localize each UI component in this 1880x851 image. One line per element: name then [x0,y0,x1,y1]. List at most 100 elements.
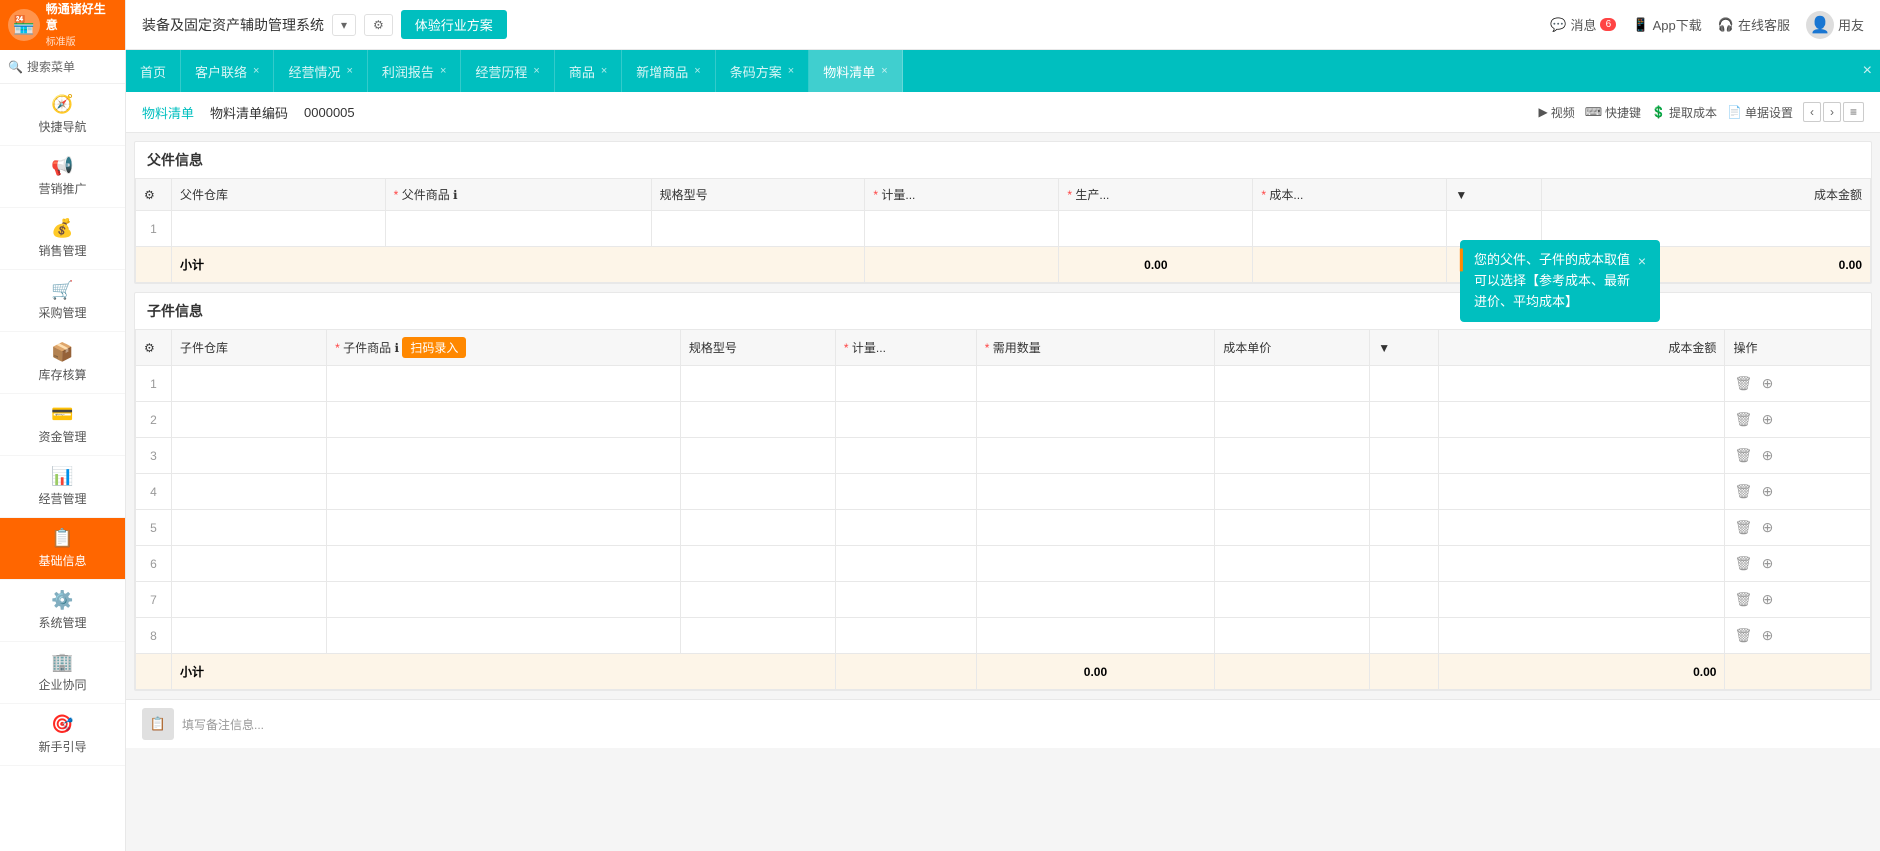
nav-next-btn[interactable]: › [1823,102,1841,122]
child-row-5-warehouse[interactable] [172,510,327,546]
tab-barcode-close[interactable]: × [788,65,794,77]
child-row-6-spec[interactable] [680,546,835,582]
child-row-8-spec[interactable] [680,618,835,654]
child-row-7-cost-unit[interactable] [1215,582,1370,618]
child-row-1-product[interactable] [327,366,681,402]
parent-col-settings[interactable]: ⚙ [136,179,172,211]
child-row-2-cost-unit[interactable] [1215,402,1370,438]
child-row-6-product[interactable] [327,546,681,582]
child-row-5-copy-icon[interactable]: ⊕ [1757,518,1777,538]
tab-new-goods[interactable]: 新增商品 × [622,50,715,92]
child-row-3-unit[interactable] [835,438,976,474]
child-row-6-delete-icon[interactable]: 🗑 [1733,554,1753,574]
bottom-bar-icon[interactable]: 📋 [142,708,174,740]
tooltip-close-btn[interactable]: × [1638,250,1646,272]
child-row-1-delete-icon[interactable]: 🗑 [1733,374,1753,394]
child-row-4-copy-icon[interactable]: ⊕ [1757,482,1777,502]
child-row-3-product[interactable] [327,438,681,474]
trial-btn[interactable]: 体验行业方案 [401,10,507,39]
child-row-4-qty[interactable] [976,474,1215,510]
child-row-1-unit[interactable] [835,366,976,402]
child-row-4-unit[interactable] [835,474,976,510]
nav-more-btn[interactable]: ≡ [1843,102,1864,122]
child-row-2-delete-icon[interactable]: 🗑 [1733,410,1753,430]
child-row-4-cost-unit[interactable] [1215,474,1370,510]
child-row-3-qty[interactable] [976,438,1215,474]
child-row-7-spec[interactable] [680,582,835,618]
child-row-4-spec[interactable] [680,474,835,510]
child-row-3-copy-icon[interactable]: ⊕ [1757,446,1777,466]
child-row-2-warehouse[interactable] [172,402,327,438]
child-row-3-delete-icon[interactable]: 🗑 [1733,446,1753,466]
tab-close-all[interactable]: × [1863,62,1872,80]
child-row-1-spec[interactable] [680,366,835,402]
parent-row-1-product[interactable] [385,211,651,247]
user-item[interactable]: 👤 用友 [1806,11,1864,39]
child-row-6-copy-icon[interactable]: ⊕ [1757,554,1777,574]
tab-profit[interactable]: 利润报告 × [368,50,461,92]
child-row-2-qty[interactable] [976,402,1215,438]
tab-customer[interactable]: 客户联络 × [181,50,274,92]
action-cost-extract[interactable]: 💲 提取成本 [1651,104,1717,121]
child-row-8-copy-icon[interactable]: ⊕ [1757,626,1777,646]
scan-btn[interactable]: 扫码录入 [402,337,466,358]
child-row-5-qty[interactable] [976,510,1215,546]
child-row-7-product[interactable] [327,582,681,618]
sidebar-item-marketing[interactable]: 📢 营销推广 [0,146,125,208]
child-row-6-cost-unit[interactable] [1215,546,1370,582]
child-row-2-product[interactable] [327,402,681,438]
child-row-7-unit[interactable] [835,582,976,618]
tab-home[interactable]: 首页 [126,50,181,92]
child-row-3-cost-unit[interactable] [1215,438,1370,474]
child-col-settings[interactable]: ⚙ [136,330,172,366]
app-download-item[interactable]: 📱 App下载 [1632,15,1701,34]
settings-btn[interactable]: ⚙ [364,14,393,36]
tab-material-list[interactable]: 物料清单 × [809,50,902,92]
child-row-5-spec[interactable] [680,510,835,546]
tab-ops-status[interactable]: 经营情况 × [274,50,367,92]
child-row-6-unit[interactable] [835,546,976,582]
sidebar-item-system[interactable]: ⚙️ 系统管理 [0,580,125,642]
child-row-2-spec[interactable] [680,402,835,438]
parent-row-1-cost[interactable] [1253,211,1447,247]
child-row-7-qty[interactable] [976,582,1215,618]
child-row-6-qty[interactable] [976,546,1215,582]
child-row-7-delete-icon[interactable]: 🗑 [1733,590,1753,610]
child-row-4-delete-icon[interactable]: 🗑 [1733,482,1753,502]
child-row-2-unit[interactable] [835,402,976,438]
sidebar-item-guide[interactable]: 🎯 新手引导 [0,704,125,766]
tab-goods-close[interactable]: × [601,65,607,77]
parent-row-1-production[interactable] [1059,211,1253,247]
child-row-7-warehouse[interactable] [172,582,327,618]
child-row-1-qty[interactable] [976,366,1215,402]
tab-ops-history-close[interactable]: × [533,65,539,77]
child-row-5-unit[interactable] [835,510,976,546]
child-row-8-unit[interactable] [835,618,976,654]
child-row-3-spec[interactable] [680,438,835,474]
child-row-8-delete-icon[interactable]: 🗑 [1733,626,1753,646]
sidebar-item-enterprise[interactable]: 🏢 企业协同 [0,642,125,704]
sidebar-item-quick-nav[interactable]: 🧭 快捷导航 [0,84,125,146]
child-row-5-cost-unit[interactable] [1215,510,1370,546]
sidebar-item-operations[interactable]: 📊 经营管理 [0,456,125,518]
child-row-5-product[interactable] [327,510,681,546]
tab-ops-status-close[interactable]: × [346,65,352,77]
child-row-3-warehouse[interactable] [172,438,327,474]
child-row-7-copy-icon[interactable]: ⊕ [1757,590,1777,610]
child-row-8-qty[interactable] [976,618,1215,654]
tab-profit-close[interactable]: × [440,65,446,77]
tab-ops-history[interactable]: 经营历程 × [461,50,554,92]
parent-row-1-unit[interactable] [865,211,1059,247]
nav-prev-btn[interactable]: ‹ [1803,102,1821,122]
sidebar-item-basic-info[interactable]: 📋 基础信息 [0,518,125,580]
parent-row-1-spec[interactable] [651,211,865,247]
tab-material-close[interactable]: × [881,65,887,77]
action-single-settings[interactable]: 📄 单据设置 [1727,104,1793,121]
child-row-1-warehouse[interactable] [172,366,327,402]
sidebar-item-purchase[interactable]: 🛒 采购管理 [0,270,125,332]
child-row-8-warehouse[interactable] [172,618,327,654]
child-row-1-copy-icon[interactable]: ⊕ [1757,374,1777,394]
sidebar-item-finance[interactable]: 💳 资金管理 [0,394,125,456]
sidebar-item-inventory[interactable]: 📦 库存核算 [0,332,125,394]
child-row-2-copy-icon[interactable]: ⊕ [1757,410,1777,430]
